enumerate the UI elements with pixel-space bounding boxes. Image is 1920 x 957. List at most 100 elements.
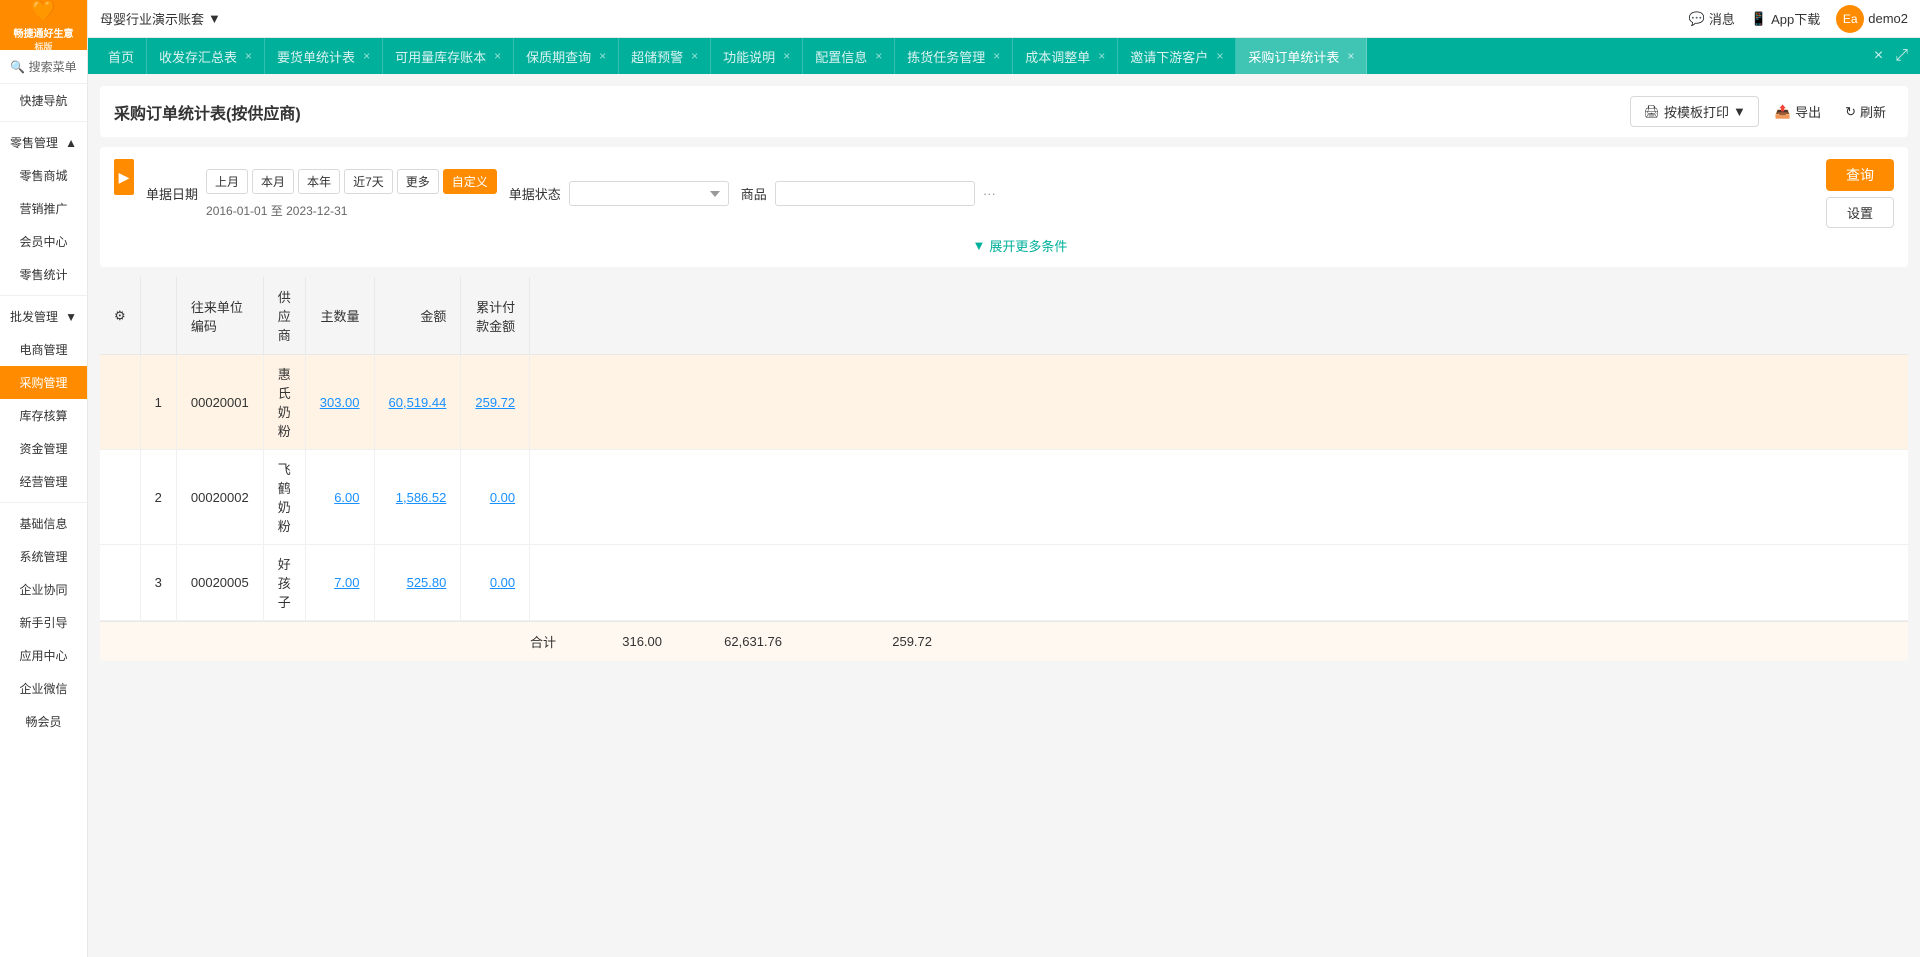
filter-actions-col: 查询 设置 (1826, 159, 1894, 228)
sidebar-item-operations[interactable]: 经营管理 (0, 465, 87, 498)
row-amount-link-3[interactable]: 525.80 (407, 575, 447, 590)
table-header-row: ⚙ 往来单位编码 供应商 主数量 金额 累计付款金额 (100, 277, 1908, 355)
row-qty-link-2[interactable]: 6.00 (334, 490, 359, 505)
sidebar-item-retail-stats[interactable]: 零售统计 (0, 258, 87, 291)
query-btn[interactable]: 查询 (1826, 159, 1894, 191)
tab-close-icon-5[interactable]: × (691, 49, 698, 63)
tab-close-icon-10[interactable]: × (1216, 49, 1223, 63)
sidebar-item-retail-mgmt[interactable]: 零售管理 ▲ (0, 126, 87, 159)
footer-amount: 62,631.76 (676, 634, 796, 649)
tab-close-icon-2[interactable]: × (363, 49, 370, 63)
sidebar-item-ecommerce[interactable]: 电商管理 (0, 333, 87, 366)
col-supplier: 供应商 (263, 277, 305, 355)
table-row[interactable]: 1 00020001 惠氏奶粉 303.00 60,519.44 259.72 (100, 355, 1908, 450)
tab-close-icon-8[interactable]: × (993, 49, 1000, 63)
search-menu[interactable]: 🔍 搜索菜单 (0, 50, 87, 84)
tab-home[interactable]: 首页 (96, 38, 147, 74)
row-qty-link-1[interactable]: 303.00 (320, 395, 360, 410)
filter-status-select[interactable] (569, 181, 729, 206)
tab-config-info[interactable]: 配置信息 × (803, 38, 895, 74)
tab-function-desc[interactable]: 功能说明 × (711, 38, 803, 74)
tab-validity-query[interactable]: 保质期查询 × (514, 38, 619, 74)
tab-close-icon-9[interactable]: × (1098, 49, 1105, 63)
filter-goods-input[interactable] (775, 181, 975, 206)
logo-text: 畅捷通好生意 (14, 25, 74, 40)
sidebar-item-system-mgmt[interactable]: 系统管理 (0, 540, 87, 573)
sidebar-item-enterprise-wechat[interactable]: 企业微信 (0, 672, 87, 705)
settings-btn[interactable]: 设置 (1826, 197, 1894, 228)
tab-cost-adjust[interactable]: 成本调整单 × (1013, 38, 1118, 74)
row-extra-1 (530, 355, 1908, 450)
row-amount-link-2[interactable]: 1,586.52 (396, 490, 447, 505)
tab-close-all-btn[interactable]: × (1870, 43, 1887, 69)
tab-picking-task-label: 拣货任务管理 (907, 47, 985, 66)
page-content: 采购订单统计表(按供应商) 🖨 按模板打印 ▼ 📤 导出 ↻ 刷新 (88, 74, 1920, 957)
user-profile[interactable]: Ea demo2 (1836, 5, 1908, 33)
tab-purchase-stats[interactable]: 要货单统计表 × (265, 38, 383, 74)
tab-close-icon-6[interactable]: × (783, 49, 790, 63)
filter-expand-arrow[interactable]: ▶ (114, 159, 134, 195)
date-btn-7days[interactable]: 近7天 (344, 169, 393, 194)
date-btn-last-month[interactable]: 上月 (206, 169, 248, 194)
col-settings[interactable]: ⚙ (100, 277, 140, 355)
tab-close-icon[interactable]: × (245, 49, 252, 63)
tab-close-icon-11[interactable]: × (1347, 49, 1354, 63)
col-paid-amount: 累计付款金额 (461, 277, 530, 355)
tab-collect-send[interactable]: 收发存汇总表 × (147, 38, 265, 74)
table-body: 1 00020001 惠氏奶粉 303.00 60,519.44 259.72 (100, 355, 1908, 621)
row-paid-link-1[interactable]: 259.72 (475, 395, 515, 410)
row-amount-2: 1,586.52 (374, 450, 461, 545)
export-btn[interactable]: 📤 导出 (1767, 97, 1829, 126)
expand-more-btn[interactable]: ▼ 展开更多条件 (146, 236, 1894, 255)
tab-surplus-warning[interactable]: 超储预警 × (619, 38, 711, 74)
date-btn-this-year[interactable]: 本年 (298, 169, 340, 194)
row-unit-code-1: 00020001 (176, 355, 263, 450)
sidebar-item-wholesale-mgmt[interactable]: 批发管理 ▼ (0, 300, 87, 333)
sidebar-item-enterprise[interactable]: 企业协同 (0, 573, 87, 606)
sidebar-item-vip[interactable]: 畅会员 (0, 705, 87, 738)
refresh-btn[interactable]: ↻ 刷新 (1837, 97, 1894, 126)
account-selector[interactable]: 母婴行业演示账套 ▼ (100, 9, 221, 28)
sidebar-item-app-center[interactable]: 应用中心 (0, 639, 87, 672)
filter-goods-item: 商品 ··· (741, 181, 996, 206)
sidebar-divider-1 (0, 121, 87, 122)
row-amount-link-1[interactable]: 60,519.44 (389, 395, 447, 410)
tab-inventory-ledger[interactable]: 可用量库存账本 × (383, 38, 514, 74)
row-seq-2: 2 (140, 450, 176, 545)
sidebar-item-marketing[interactable]: 营销推广 (0, 192, 87, 225)
row-amount-3: 525.80 (374, 545, 461, 621)
filter-goods-more[interactable]: ··· (983, 186, 996, 201)
sidebar-item-basic-info[interactable]: 基础信息 (0, 507, 87, 540)
print-btn[interactable]: 🖨 按模板打印 ▼ (1630, 96, 1758, 127)
tab-purchase-stats-label: 要货单统计表 (277, 47, 355, 66)
sidebar-item-new-guide[interactable]: 新手引导 (0, 606, 87, 639)
tab-purchase-order-stats[interactable]: 采购订单统计表 × (1236, 38, 1367, 74)
tab-close-icon-3[interactable]: × (494, 49, 501, 63)
sidebar-item-purchase-mgmt[interactable]: 采购管理 (0, 366, 87, 399)
table-row[interactable]: 2 00020002 飞鹤奶粉 6.00 1,586.52 0.00 (100, 450, 1908, 545)
message-btn[interactable]: 💬 消息 (1689, 9, 1735, 28)
date-btn-this-month[interactable]: 本月 (252, 169, 294, 194)
row-qty-link-3[interactable]: 7.00 (334, 575, 359, 590)
tab-config-info-label: 配置信息 (815, 47, 867, 66)
date-btn-more[interactable]: 更多 (397, 169, 439, 194)
app-download-btn[interactable]: 📱 App下载 (1751, 9, 1820, 28)
tab-fullscreen-btn[interactable]: ⤢ (1891, 43, 1912, 69)
date-btn-custom[interactable]: 自定义 (443, 169, 497, 194)
row-paid-link-3[interactable]: 0.00 (490, 575, 515, 590)
row-paid-link-2[interactable]: 0.00 (490, 490, 515, 505)
sidebar-item-member-center[interactable]: 会员中心 (0, 225, 87, 258)
sidebar-item-quick-nav[interactable]: 快捷导航 (0, 84, 87, 117)
tab-invite-downstream[interactable]: 邀请下游客户 × (1118, 38, 1236, 74)
sidebar-item-finance[interactable]: 资金管理 (0, 432, 87, 465)
user-initial: Ea (1843, 12, 1858, 26)
table-row[interactable]: 3 00020005 好孩子 7.00 525.80 0.00 (100, 545, 1908, 621)
row-qty-1: 303.00 (305, 355, 374, 450)
tab-close-icon-7[interactable]: × (875, 49, 882, 63)
sidebar-item-inventory[interactable]: 库存核算 (0, 399, 87, 432)
tab-picking-task[interactable]: 拣货任务管理 × (895, 38, 1013, 74)
sidebar-item-retail-mall[interactable]: 零售商城 (0, 159, 87, 192)
tab-close-icon-4[interactable]: × (599, 49, 606, 63)
expand-more-icon: ▼ (973, 238, 986, 253)
sidebar-item-label-vip: 畅会员 (25, 713, 61, 730)
